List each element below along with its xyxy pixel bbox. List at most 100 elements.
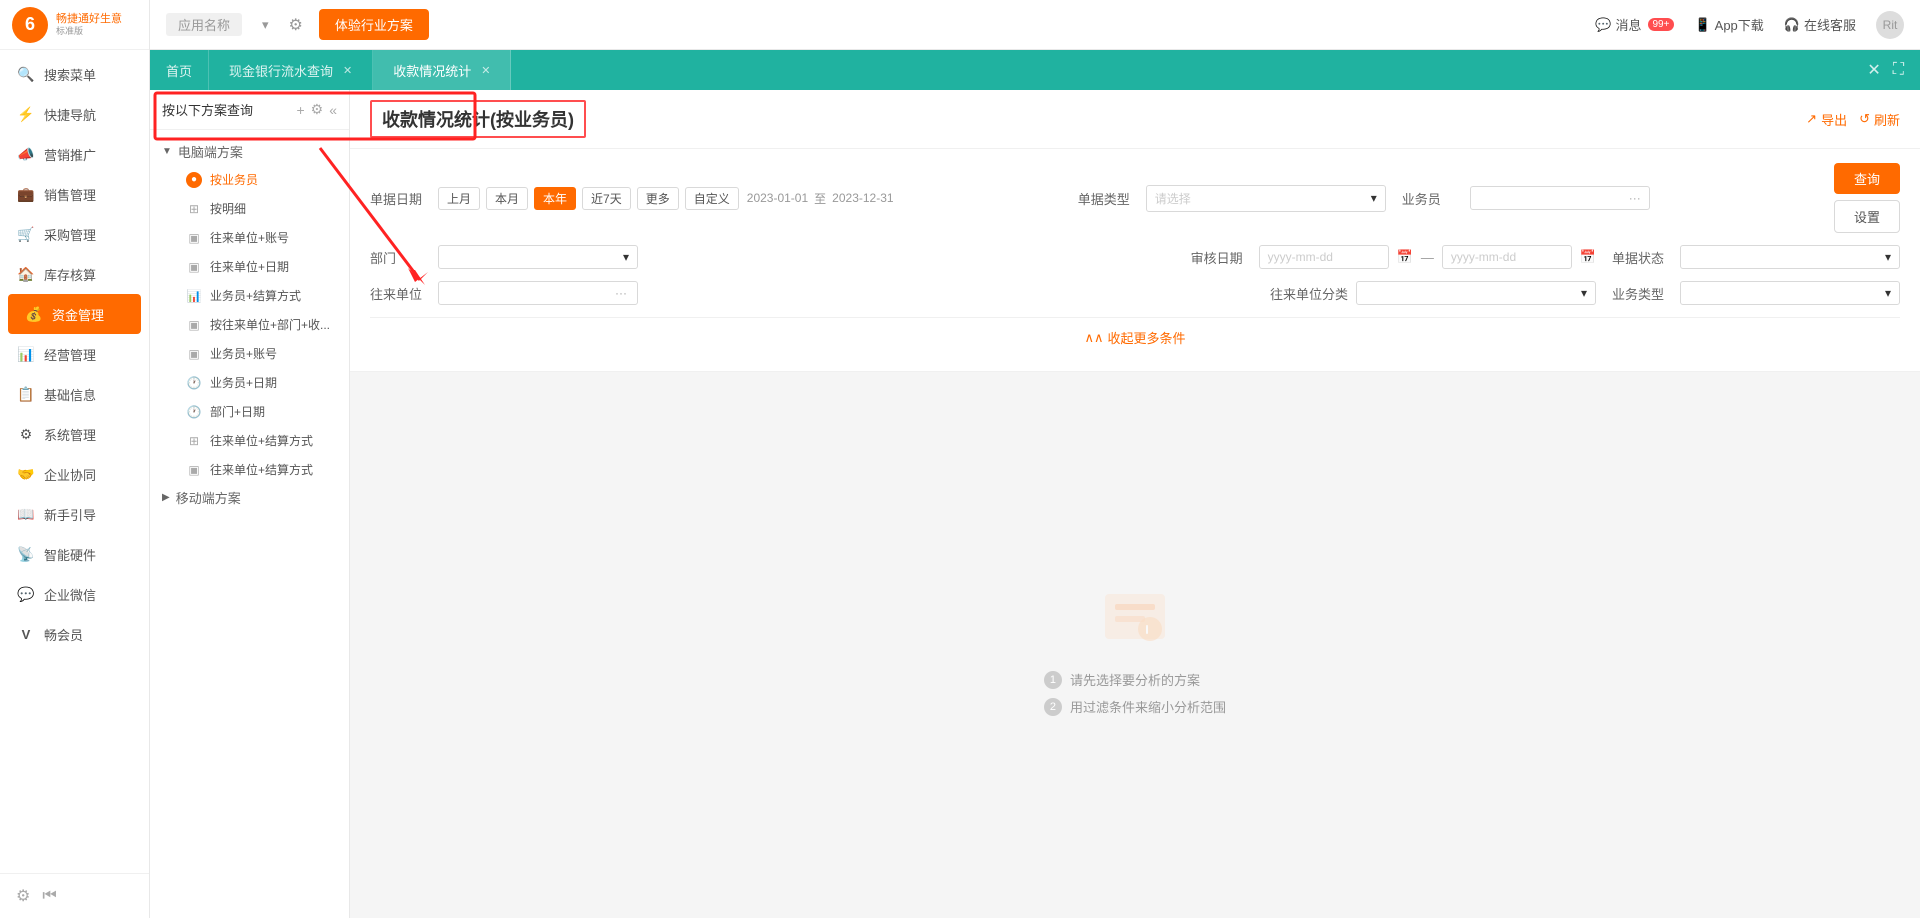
date-btn-custom[interactable]: 自定义 [685,187,739,210]
filter-voucher-type-item: 单据类型 请选择 ▾ [1078,185,1386,212]
partner-category-select[interactable]: ▾ [1356,281,1596,305]
member-icon: V [16,624,36,644]
salesman-select[interactable]: ··· [1470,186,1650,210]
scheme-item-dept-date[interactable]: 🕐 部门+日期 [158,397,349,426]
date-range-dash: — [1421,250,1434,265]
sidebar-item-marketing[interactable]: 📣 营销推广 [0,134,149,174]
scheme-item-partner-date[interactable]: ▣ 往来单位+日期 [158,252,349,281]
scheme-header: 按以下方案查询 + ⚙ « [150,90,349,130]
filter-row-3: 往来单位 ··· 往来单位分类 ▾ 业务类型 [370,281,1900,305]
scheme-group-mobile: ▶ 移动端方案 [150,484,349,511]
tab-home[interactable]: 首页 [150,50,209,90]
scheme-header-icons: + ⚙ « [296,101,337,118]
sidebar-item-purchase[interactable]: 🛒 采购管理 [0,214,149,254]
sidebar-item-inventory[interactable]: 🏠 库存核算 [0,254,149,294]
sidebar-item-wechat[interactable]: 💬 企业微信 [0,574,149,614]
sidebar-item-operations[interactable]: 📊 经营管理 [0,334,149,374]
filter-salesman-item: 业务员 ··· [1402,186,1650,210]
filter-partner-category-item: 往来单位分类 ▾ [1270,281,1596,305]
service-icon: 🎧 [1784,17,1800,33]
tab-receipt[interactable]: 收款情况统计 ✕ [373,50,511,90]
scheme-group-desktop-title[interactable]: ▼ 电脑端方案 [150,138,349,165]
settings-footer-icon[interactable]: ⚙ [16,886,30,906]
salesman-dots[interactable]: ··· [1629,191,1641,205]
calendar-to-icon[interactable]: 📅 [1580,249,1596,265]
scheme-group-desktop: ▼ 电脑端方案 ● 按业务员 ⊞ 按明细 ▣ [150,138,349,484]
dept-select[interactable]: ▾ [438,245,638,269]
operations-icon: 📊 [16,344,36,364]
biz-type-chevron: ▾ [1885,286,1891,300]
date-btn-last-month[interactable]: 上月 [438,187,480,210]
tabbar-close-icon[interactable]: ✕ [1867,60,1880,80]
scheme-gear-icon[interactable]: ⚙ [311,101,324,118]
tab-receipt-close[interactable]: ✕ [481,64,490,77]
sidebar-item-system[interactable]: ⚙ 系统管理 [0,414,149,454]
tab-bank-close[interactable]: ✕ [343,64,352,77]
sidebar-item-sales[interactable]: 💼 销售管理 [0,174,149,214]
date-btn-7days[interactable]: 近7天 [582,187,631,210]
biz-type-select[interactable]: ▾ [1680,281,1900,305]
date-btn-this-month[interactable]: 本月 [486,187,528,210]
scheme-header-title: 按以下方案查询 [162,100,253,119]
topbar: 应用名称 ▾ ⚙ 体验行业方案 💬 消息 99+ 📱 App下载 🎧 在线客服 … [150,0,1920,50]
scheme-item-partner-settlement2[interactable]: ▣ 往来单位+结算方式 [158,455,349,484]
message-icon: 💬 [1595,17,1611,33]
scheme-item-partner-dept[interactable]: ▣ 按往来单位+部门+收... [158,310,349,339]
sidebar-item-search[interactable]: 🔍 搜索菜单 [0,54,149,94]
date-btn-more[interactable]: 更多 [637,187,679,210]
scheme-item-salesman-settlement[interactable]: 📊 业务员+结算方式 [158,281,349,310]
refresh-button[interactable]: ↺ 刷新 [1859,110,1900,129]
date-range: 2023-01-01 至 2023-12-31 [747,190,894,207]
filter-date-item: 单据日期 上月 本月 本年 近7天 更多 自定义 2023-01-01 至 [370,187,894,210]
partner-select[interactable]: ··· [438,281,638,305]
topbar-service[interactable]: 🎧 在线客服 [1784,15,1856,34]
topbar-message[interactable]: 💬 消息 99+ [1595,15,1674,34]
sidebar-item-enterprise[interactable]: 🤝 企业协同 [0,454,149,494]
scheme-list: ▼ 电脑端方案 ● 按业务员 ⊞ 按明细 ▣ [150,130,349,918]
scheme-item-partner-settlement1[interactable]: ⊞ 往来单位+结算方式 [158,426,349,455]
user-avatar[interactable]: Rit [1876,11,1904,39]
topbar-gear-icon[interactable]: ⚙ [289,15,303,35]
enterprise-icon: 🤝 [16,464,36,484]
filter-row-1: 单据日期 上月 本月 本年 近7天 更多 自定义 2023-01-01 至 [370,163,1900,233]
tabbar-right: ✕ ⛶ [1867,60,1920,80]
sidebar-logo: 6 畅捷通好生意 标准版 [0,0,149,50]
scheme-group-mobile-title[interactable]: ▶ 移动端方案 [150,484,349,511]
scheme-trial-button[interactable]: 体验行业方案 [319,9,429,40]
scheme-item-by-salesman[interactable]: ● 按业务员 [158,165,349,194]
inventory-icon: 🏠 [16,264,36,284]
sidebar-item-hardware[interactable]: 📡 智能硬件 [0,534,149,574]
collapse-sidebar-icon[interactable]: ⏮ [42,887,56,905]
tabbar-expand-icon[interactable]: ⛶ [1893,61,1904,79]
system-icon: ⚙ [16,424,36,444]
calendar-from-icon[interactable]: 📅 [1397,249,1413,265]
collapse-button[interactable]: ∧∧ 收起更多条件 [1084,328,1185,347]
topbar-chevron-icon[interactable]: ▾ [262,17,269,33]
scheme-item-salesman-account[interactable]: ▣ 业务员+账号 [158,339,349,368]
tab-bank[interactable]: 现金银行流水查询 ✕ [209,50,373,90]
voucher-type-select[interactable]: 请选择 ▾ [1146,185,1386,212]
setting-button[interactable]: 设置 [1834,200,1900,233]
topbar-app-download[interactable]: 📱 App下载 [1694,15,1763,34]
sidebar-item-quicknav[interactable]: ⚡ 快捷导航 [0,94,149,134]
logo-icon: 6 [12,7,48,43]
sidebar-item-guide[interactable]: 📖 新手引导 [0,494,149,534]
scheme-item-partner-account[interactable]: ▣ 往来单位+账号 [158,223,349,252]
review-date-from[interactable]: yyyy-mm-dd [1259,245,1389,269]
voucher-status-select[interactable]: ▾ [1680,245,1900,269]
sidebar-item-basics[interactable]: 📋 基础信息 [0,374,149,414]
export-button[interactable]: ↗ 导出 [1806,110,1847,129]
mobile-group-arrow: ▶ [162,492,170,503]
scheme-item-detail[interactable]: ⊞ 按明细 [158,194,349,223]
download-icon: 📱 [1694,17,1710,33]
date-btn-this-year[interactable]: 本年 [534,187,576,210]
scheme-collapse-icon[interactable]: « [329,102,337,118]
scheme-add-icon[interactable]: + [296,102,304,118]
sidebar-item-finance[interactable]: 💰 资金管理 [8,294,141,334]
sidebar-item-member[interactable]: V 畅会员 [0,614,149,654]
scheme-item-salesman-date[interactable]: 🕐 业务员+日期 [158,368,349,397]
review-date-to[interactable]: yyyy-mm-dd [1442,245,1572,269]
main-area: 应用名称 ▾ ⚙ 体验行业方案 💬 消息 99+ 📱 App下载 🎧 在线客服 … [150,0,1920,918]
query-button[interactable]: 查询 [1834,163,1900,194]
partner-dots[interactable]: ··· [615,286,627,300]
